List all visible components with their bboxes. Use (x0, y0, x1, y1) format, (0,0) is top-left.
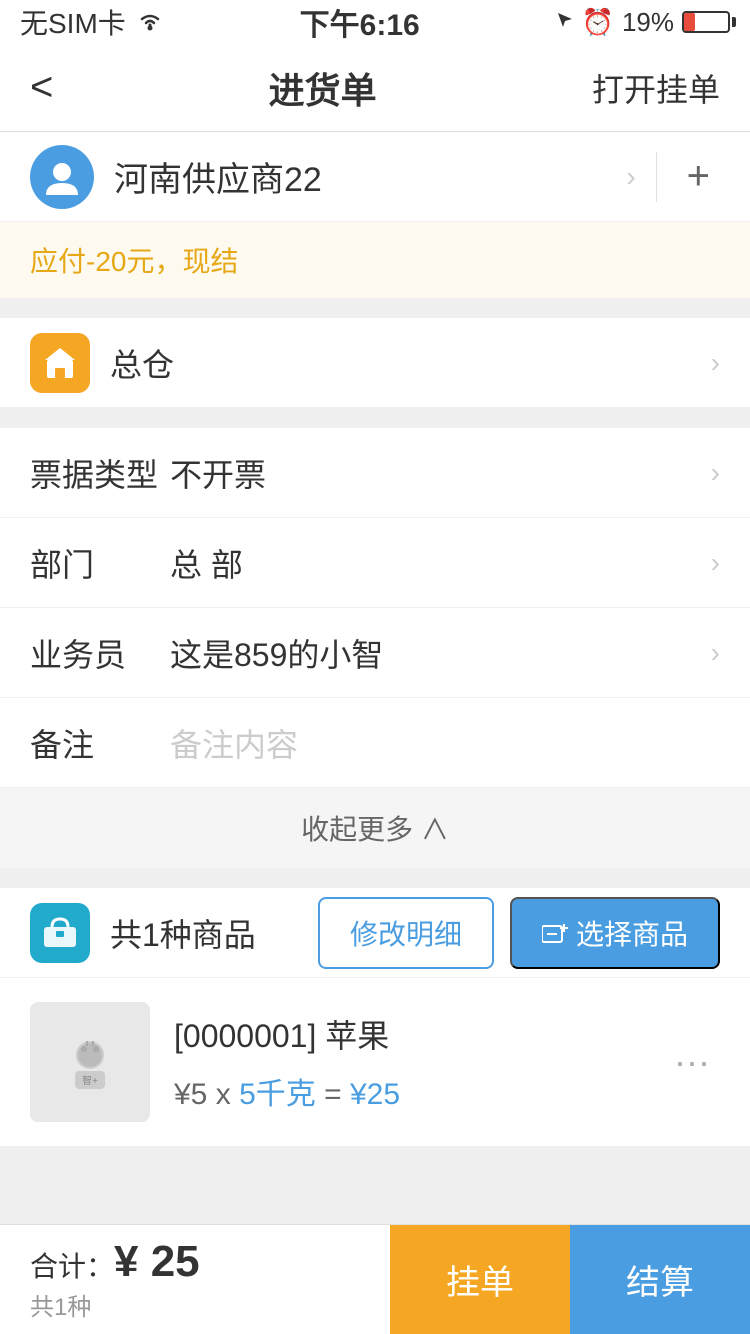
product-count: 共1种商品 (110, 910, 318, 956)
dept-label: 部门 (30, 540, 170, 586)
warehouse-icon (30, 333, 90, 393)
status-right: ⏰ 19% (556, 7, 730, 38)
more-options-button[interactable]: ··· (664, 1031, 720, 1093)
edit-detail-button[interactable]: 修改明细 (318, 897, 494, 969)
checkout-button[interactable]: 结算 (570, 1225, 750, 1334)
dept-row[interactable]: 部门 总 部 › (0, 518, 750, 608)
warehouse-name: 总仓 (110, 340, 711, 386)
select-product-label: 选择商品 (576, 913, 688, 953)
product-name: [0000001] 苹果 (174, 1011, 664, 1057)
product-info: [0000001] 苹果 ¥5 x 5千克 = ¥25 (174, 1011, 664, 1113)
total-section: 合计： ¥ 25 共1种 (0, 1225, 390, 1334)
network-label: 无SIM卡 (20, 2, 126, 42)
supplier-chevron-icon: › (626, 161, 635, 193)
status-time: 下午6:16 (300, 0, 420, 44)
dept-chevron-icon: › (711, 547, 720, 579)
warehouse-chevron-icon: › (711, 347, 720, 379)
supplier-name: 河南供应商22 (114, 152, 626, 201)
remark-label: 备注 (30, 720, 170, 766)
form-section: 票据类型 不开票 › 部门 总 部 › 业务员 这是859的小智 › 备注 备注… (0, 428, 750, 788)
collapse-label: 收起更多 ∧ (301, 808, 449, 848)
staff-row[interactable]: 业务员 这是859的小智 › (0, 608, 750, 698)
page-title: 进货单 (269, 62, 377, 114)
invoice-value: 不开票 (170, 450, 711, 496)
nav-bar: < 进货单 打开挂单 (0, 44, 750, 132)
status-bar: 无SIM卡 下午6:16 ⏰ 19% (0, 0, 750, 44)
total-label: 合计： (30, 1245, 114, 1285)
open-hang-button[interactable]: 打开挂单 (592, 65, 720, 111)
product-icon (30, 903, 90, 963)
staff-value: 这是859的小智 (170, 630, 711, 676)
select-product-button[interactable]: 选择商品 (510, 897, 720, 969)
hang-button[interactable]: 挂单 (390, 1225, 570, 1334)
product-header: 共1种商品 修改明细 选择商品 (0, 888, 750, 978)
staff-chevron-icon: › (711, 637, 720, 669)
product-thumbnail: 智+ (30, 1002, 150, 1122)
supplier-notice: 应付-20元，现结 (0, 222, 750, 298)
invoice-row[interactable]: 票据类型 不开票 › (0, 428, 750, 518)
wifi-icon (136, 6, 164, 38)
supplier-card: 河南供应商22 › + 应付-20元，现结 (0, 132, 750, 298)
dept-value: 总 部 (170, 540, 711, 586)
supplier-row[interactable]: 河南供应商22 › + (0, 132, 750, 222)
svg-text:智+: 智+ (82, 1074, 98, 1087)
battery-percent: 19% (622, 7, 674, 38)
invoice-label: 票据类型 (30, 450, 170, 496)
staff-label: 业务员 (30, 630, 170, 676)
supplier-avatar (30, 145, 94, 209)
remark-row[interactable]: 备注 备注内容 (0, 698, 750, 788)
warehouse-card: 总仓 › (0, 318, 750, 408)
invoice-chevron-icon: › (711, 457, 720, 489)
product-price: ¥5 x 5千克 = ¥25 (174, 1069, 664, 1113)
product-section: 共1种商品 修改明细 选择商品 智+ (0, 888, 750, 1147)
total-count: 共1种 (30, 1287, 360, 1322)
location-icon (556, 7, 574, 38)
alarm-icon: ⏰ (582, 7, 614, 38)
content: 河南供应商22 › + 应付-20元，现结 总仓 › 票据类型 不开票 › 部门… (0, 132, 750, 1307)
remark-placeholder: 备注内容 (170, 720, 720, 766)
product-item: 智+ [0000001] 苹果 ¥5 x 5千克 = ¥25 ··· (0, 978, 750, 1147)
battery-icon (682, 11, 730, 33)
status-left: 无SIM卡 (20, 2, 164, 42)
bottom-bar: 合计： ¥ 25 共1种 挂单 结算 (0, 1224, 750, 1334)
back-button[interactable]: < (30, 65, 53, 110)
total-amount: ¥ 25 (114, 1237, 200, 1287)
collapse-toggle[interactable]: 收起更多 ∧ (0, 788, 750, 868)
warehouse-row[interactable]: 总仓 › (0, 318, 750, 408)
add-button[interactable]: + (677, 154, 720, 199)
divider (656, 152, 657, 202)
